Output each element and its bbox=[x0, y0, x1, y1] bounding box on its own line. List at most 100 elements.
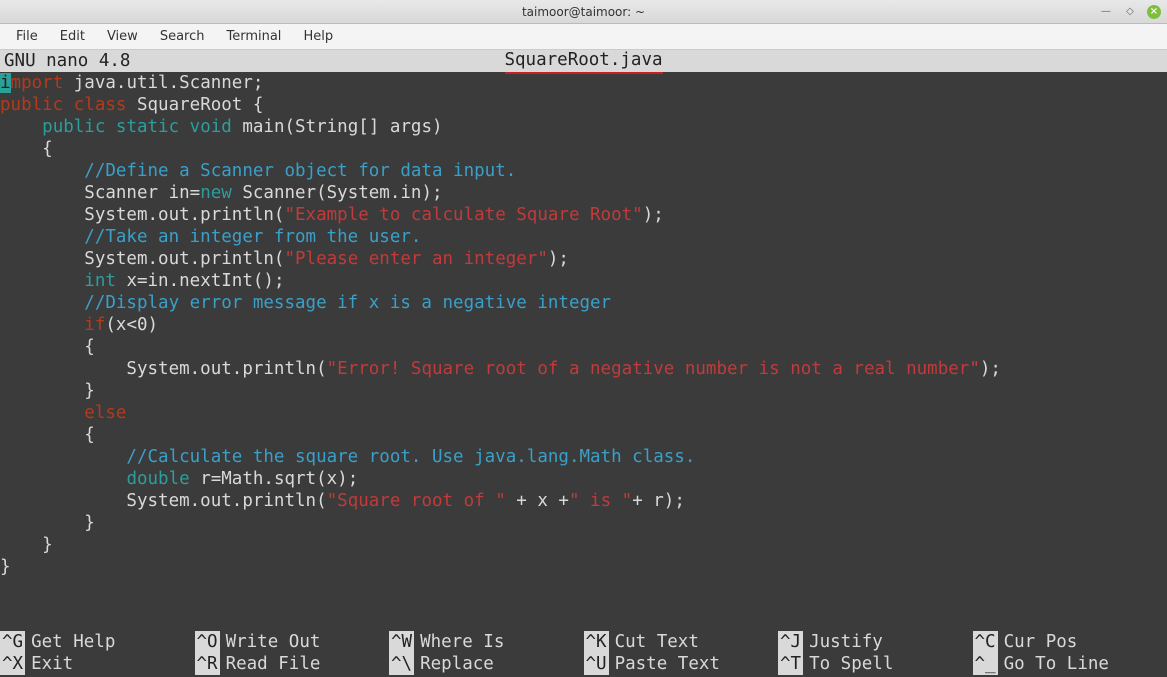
code-text: System.out.println( bbox=[0, 491, 327, 511]
shortcut-paste-text[interactable]: ^UPaste Text bbox=[584, 653, 779, 675]
code-text: r=Math.sqrt(x); bbox=[190, 469, 359, 489]
window-controls: — ◇ × bbox=[1099, 5, 1161, 19]
shortcut-label: To Spell bbox=[809, 653, 893, 675]
code-text: (x<0) bbox=[105, 315, 158, 335]
comment-line: //Display error message if x is a negati… bbox=[0, 293, 611, 313]
shortcut-key: ^T bbox=[778, 653, 803, 675]
shortcut-key: ^J bbox=[778, 631, 803, 653]
code-text: Scanner in= bbox=[0, 183, 200, 203]
shortcut-label: Exit bbox=[31, 653, 73, 675]
shortcut-key: ^C bbox=[973, 631, 998, 653]
shortcut-label: Read File bbox=[226, 653, 321, 675]
brace: } bbox=[0, 557, 11, 577]
menu-help[interactable]: Help bbox=[293, 27, 343, 46]
brace: } bbox=[0, 535, 53, 555]
string-literal: "Error! Square root of a negative number… bbox=[327, 359, 980, 379]
kw-else: else bbox=[84, 403, 126, 423]
shortcut-key: ^G bbox=[0, 631, 25, 653]
shortcut-key: ^X bbox=[0, 653, 25, 675]
nano-header: GNU nano 4.8 SquareRoot.java bbox=[0, 50, 1167, 72]
code-text: System.out.println( bbox=[0, 359, 327, 379]
code-text: ); bbox=[643, 205, 664, 225]
terminal-window: taimoor@taimoor: ~ — ◇ × File Edit View … bbox=[0, 0, 1167, 677]
window-titlebar: taimoor@taimoor: ~ — ◇ × bbox=[0, 0, 1167, 24]
code-text: x=in.nextInt(); bbox=[116, 271, 285, 291]
comment-line: //Calculate the square root. Use java.la… bbox=[0, 447, 695, 467]
shortcut-cut-text[interactable]: ^K Cut Text bbox=[584, 631, 779, 653]
shortcut-label: Justify bbox=[809, 631, 883, 653]
type-double: double bbox=[126, 469, 189, 489]
brace: { bbox=[0, 425, 95, 445]
shortcut-label: Paste Text bbox=[615, 653, 720, 675]
shortcut-to-spell[interactable]: ^T To Spell bbox=[778, 653, 973, 675]
string-literal: "Example to calculate Square Root" bbox=[284, 205, 642, 225]
shortcut-label: Get Help bbox=[31, 631, 115, 653]
shortcut-get-help[interactable]: ^G Get Help bbox=[0, 631, 195, 653]
terminal-area[interactable]: GNU nano 4.8 SquareRoot.java import java… bbox=[0, 50, 1167, 677]
shortcut-justify[interactable]: ^J Justify bbox=[778, 631, 973, 653]
shortcut-write-out[interactable]: ^O Write Out bbox=[195, 631, 390, 653]
kw-public-class: public class bbox=[0, 95, 126, 115]
code-text: System.out.println( bbox=[0, 205, 284, 225]
import-pkg: java.util.Scanner; bbox=[63, 73, 263, 93]
indent bbox=[0, 315, 84, 335]
nano-filename: SquareRoot.java bbox=[504, 49, 662, 74]
shortcut-read-file[interactable]: ^R Read File bbox=[195, 653, 390, 675]
nano-shortcuts: ^G Get Help ^O Write Out ^W Where Is ^K Cut … bbox=[0, 631, 1167, 677]
shortcut-label: Replace bbox=[420, 653, 494, 675]
code-text: + r); bbox=[632, 491, 685, 511]
shortcut-label: Cut Text bbox=[615, 631, 699, 653]
shortcut-label: Go To Line bbox=[1004, 653, 1109, 675]
indent bbox=[0, 403, 84, 423]
shortcut-key: ^R bbox=[195, 653, 220, 675]
code-text: ); bbox=[548, 249, 569, 269]
shortcut-key: ^K bbox=[584, 631, 609, 653]
indent bbox=[0, 469, 126, 489]
comment-line: //Take an integer from the user. bbox=[0, 227, 421, 247]
shortcut-replace[interactable]: ^\ Replace bbox=[389, 653, 584, 675]
shortcut-key: ^W bbox=[389, 631, 414, 653]
string-literal: "Please enter an integer" bbox=[284, 249, 547, 269]
maximize-icon[interactable]: ◇ bbox=[1123, 5, 1137, 19]
shortcut-exit[interactable]: ^X Exit bbox=[0, 653, 195, 675]
type-int: int bbox=[84, 271, 116, 291]
menu-terminal[interactable]: Terminal bbox=[216, 27, 291, 46]
code-text: Scanner(System.in); bbox=[232, 183, 443, 203]
main-sig: main(String[] args) bbox=[232, 117, 443, 137]
editor-content[interactable]: import java.util.Scanner; public class S… bbox=[0, 72, 1167, 631]
shortcut-label: Cur Pos bbox=[1004, 631, 1078, 653]
menu-edit[interactable]: Edit bbox=[50, 27, 95, 46]
menu-bar: File Edit View Search Terminal Help bbox=[0, 24, 1167, 50]
kw-if: if bbox=[84, 315, 105, 335]
shortcut-key: ^O bbox=[195, 631, 220, 653]
string-literal: "Square root of " bbox=[327, 491, 506, 511]
menu-search[interactable]: Search bbox=[150, 27, 215, 46]
shortcut-label: Write Out bbox=[226, 631, 321, 653]
shortcut-label: Where Is bbox=[420, 631, 504, 653]
brace: } bbox=[0, 381, 95, 401]
menu-file[interactable]: File bbox=[6, 27, 48, 46]
brace: { bbox=[0, 139, 53, 159]
close-icon[interactable]: × bbox=[1147, 5, 1161, 19]
kw-new: new bbox=[200, 183, 232, 203]
indent bbox=[0, 271, 84, 291]
code-text: System.out.println( bbox=[0, 249, 284, 269]
string-literal: " is " bbox=[569, 491, 632, 511]
class-name: SquareRoot { bbox=[126, 95, 263, 115]
shortcut-key: ^_ bbox=[973, 653, 998, 675]
kw-method: public static void bbox=[42, 117, 232, 137]
shortcut-go-to-line[interactable]: ^_ Go To Line bbox=[973, 653, 1167, 675]
nano-version: GNU nano 4.8 bbox=[4, 50, 130, 72]
menu-view[interactable]: View bbox=[97, 27, 148, 46]
window-title: taimoor@taimoor: ~ bbox=[522, 5, 645, 19]
shortcut-where-is[interactable]: ^W Where Is bbox=[389, 631, 584, 653]
brace: } bbox=[0, 513, 95, 533]
indent bbox=[0, 117, 42, 137]
minimize-icon[interactable]: — bbox=[1099, 5, 1113, 19]
shortcut-key: ^\ bbox=[389, 653, 414, 675]
shortcut-cur-pos[interactable]: ^C Cur Pos bbox=[973, 631, 1167, 653]
code-text: + x + bbox=[506, 491, 569, 511]
cursor: i bbox=[0, 73, 11, 93]
comment-line: //Define a Scanner object for data input… bbox=[0, 161, 516, 181]
code-text: ); bbox=[980, 359, 1001, 379]
